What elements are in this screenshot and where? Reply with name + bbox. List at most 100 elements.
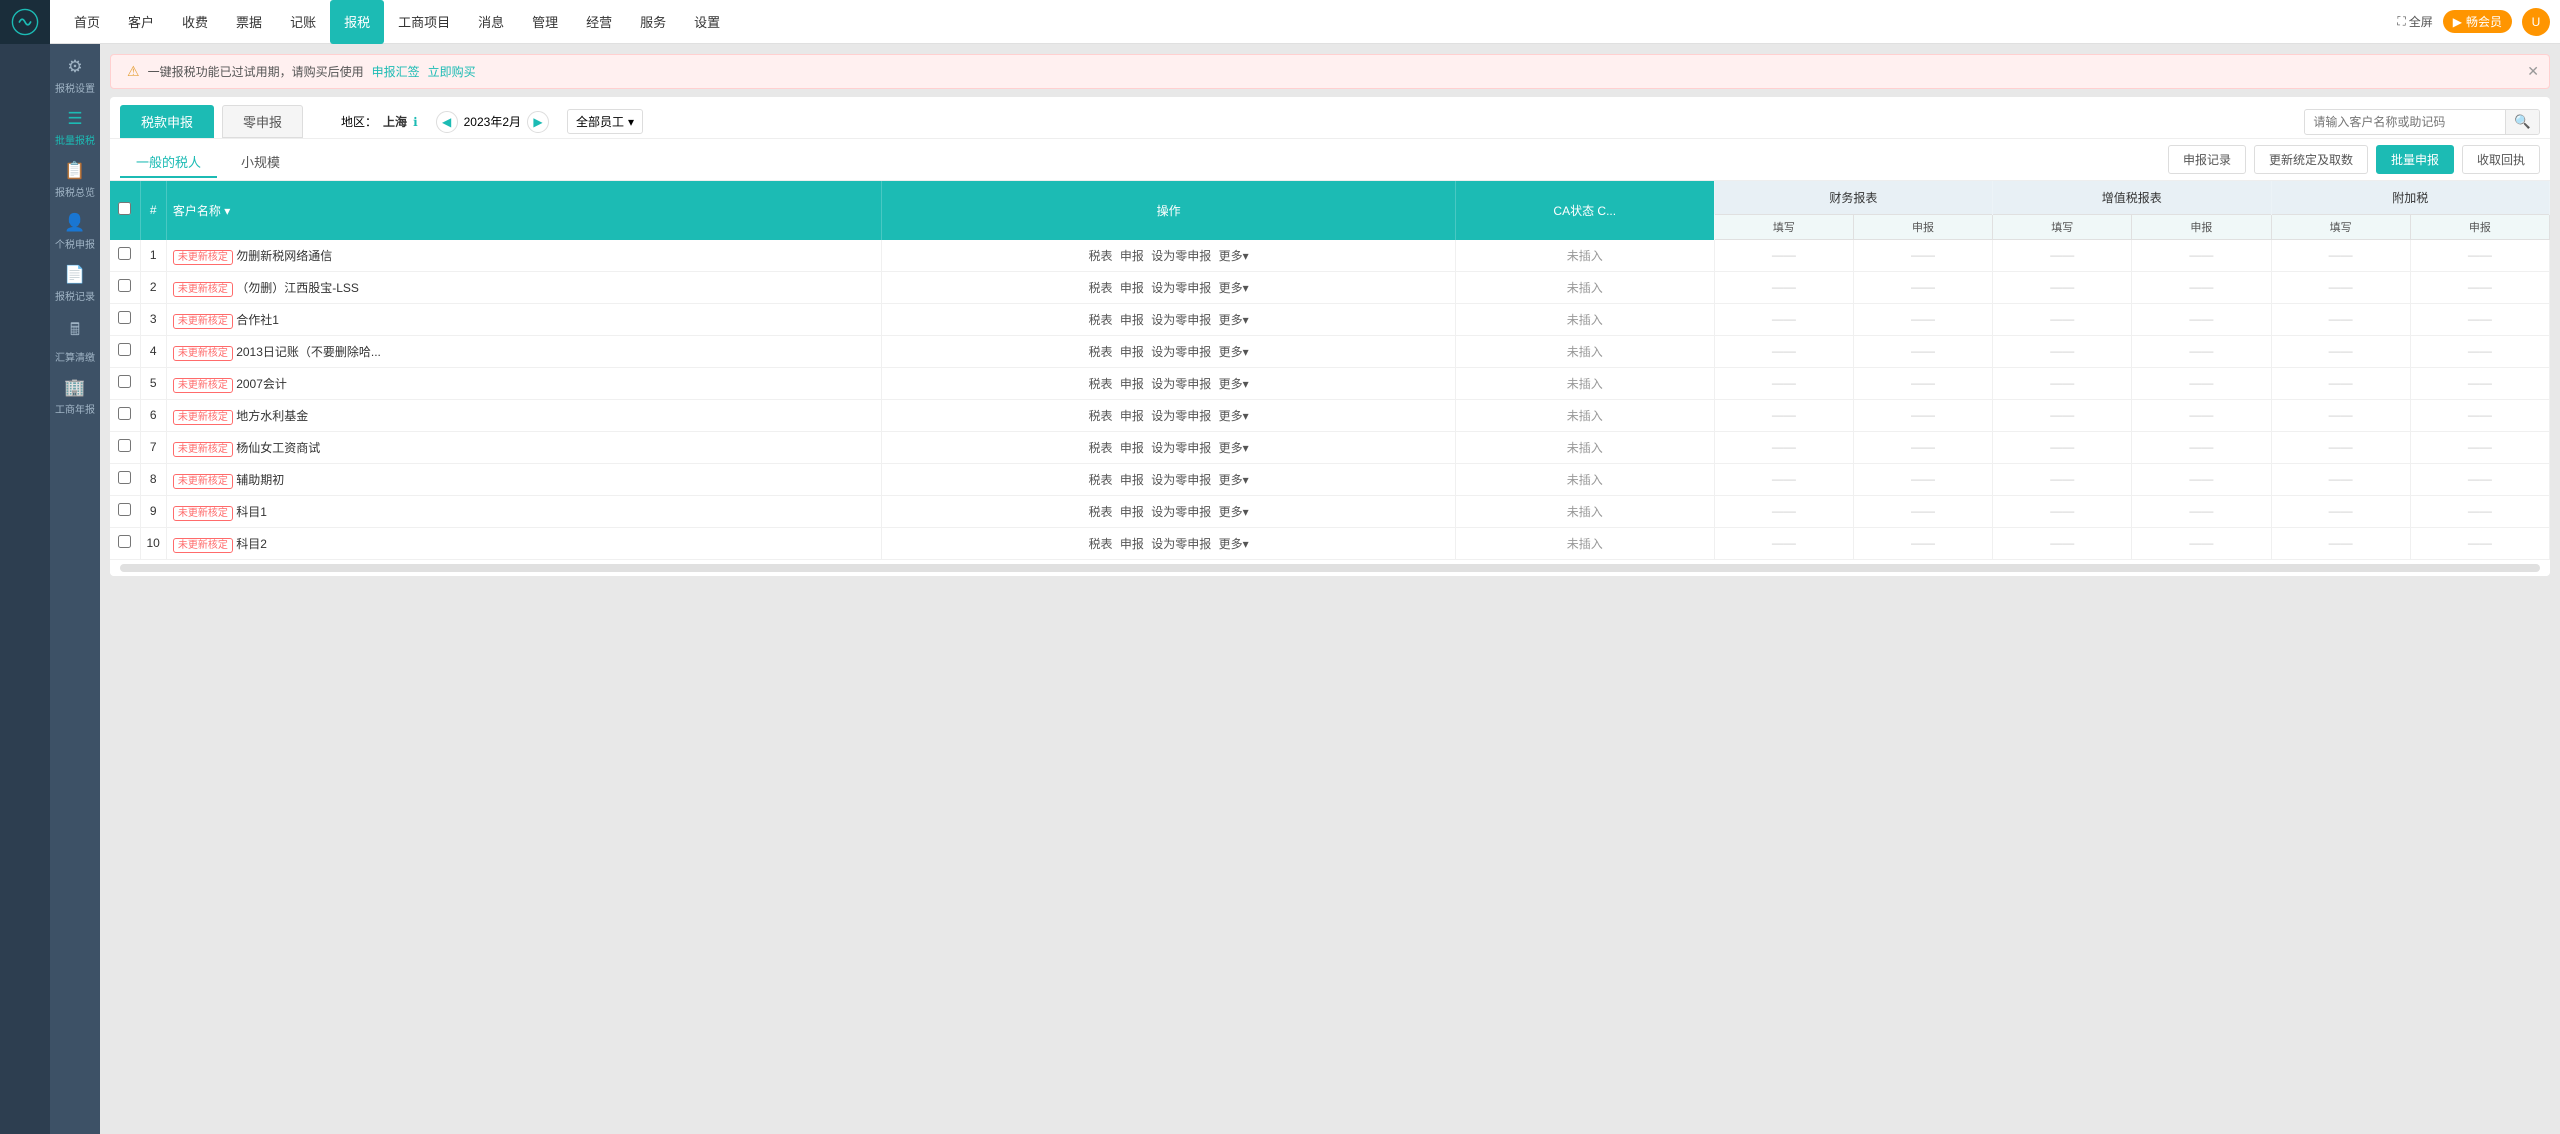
row-checkbox-7[interactable] xyxy=(118,439,131,452)
nav-item-service[interactable]: 服务 xyxy=(626,0,680,44)
more-link-8[interactable]: 更多▾ xyxy=(1219,473,1249,487)
nav-item-message[interactable]: 消息 xyxy=(464,0,518,44)
set-zero-link-4[interactable]: 设为零申报 xyxy=(1151,345,1211,359)
tax-form-link-1[interactable]: 税表 xyxy=(1089,249,1113,263)
member-button[interactable]: ▶ 畅会员 xyxy=(2443,10,2512,33)
row-checkbox-1[interactable] xyxy=(118,247,131,260)
row-checkbox-2[interactable] xyxy=(118,279,131,292)
report-link-10[interactable]: 申报 xyxy=(1120,537,1144,551)
more-link-3[interactable]: 更多▾ xyxy=(1219,313,1249,327)
row-checkbox-3[interactable] xyxy=(118,311,131,324)
set-zero-link-5[interactable]: 设为零申报 xyxy=(1151,377,1211,391)
row-checkbox-4[interactable] xyxy=(118,343,131,356)
set-zero-link-9[interactable]: 设为零申报 xyxy=(1151,505,1211,519)
retrieve-button[interactable]: 收取回执 xyxy=(2462,145,2540,174)
more-link-2[interactable]: 更多▾ xyxy=(1219,281,1249,295)
report-link-7[interactable]: 申报 xyxy=(1120,441,1144,455)
more-link-4[interactable]: 更多▾ xyxy=(1219,345,1249,359)
more-link-1[interactable]: 更多▾ xyxy=(1219,249,1249,263)
prev-month-button[interactable]: ◀ xyxy=(436,111,458,133)
more-link-6[interactable]: 更多▾ xyxy=(1219,409,1249,423)
nav-item-operation[interactable]: 经营 xyxy=(572,0,626,44)
more-link-10[interactable]: 更多▾ xyxy=(1219,537,1249,551)
tax-form-link-10[interactable]: 税表 xyxy=(1089,537,1113,551)
set-zero-link-6[interactable]: 设为零申报 xyxy=(1151,409,1211,423)
th-number: # xyxy=(140,181,166,240)
set-zero-link-8[interactable]: 设为零申报 xyxy=(1151,473,1211,487)
set-zero-link-1[interactable]: 设为零申报 xyxy=(1151,249,1211,263)
search-input[interactable] xyxy=(2305,111,2505,133)
tab-zero-declare[interactable]: 零申报 xyxy=(222,105,303,138)
info-icon[interactable]: ℹ xyxy=(413,115,418,129)
report-link-4[interactable]: 申报 xyxy=(1120,345,1144,359)
horizontal-scrollbar[interactable] xyxy=(120,564,2540,572)
nav-item-home[interactable]: 首页 xyxy=(60,0,114,44)
table-row: 2 未更新核定 （勿删）江西股宝-LSS 税表 申报 设为零申报 更多▾ xyxy=(110,271,2550,303)
set-zero-link-3[interactable]: 设为零申报 xyxy=(1151,313,1211,327)
sort-icon[interactable]: ▾ xyxy=(224,204,230,218)
table-row: 1 未更新核定 勿删新税网络通信 税表 申报 设为零申报 更多▾ xyxy=(110,240,2550,272)
row-checkbox-9[interactable] xyxy=(118,503,131,516)
sidebar-item-batch-tax[interactable]: ☰ 批量报税 xyxy=(50,101,100,153)
nav-item-tax[interactable]: 报税 xyxy=(330,0,384,44)
set-zero-link-2[interactable]: 设为零申报 xyxy=(1151,281,1211,295)
row-checkbox-5[interactable] xyxy=(118,375,131,388)
nav-item-settings[interactable]: 设置 xyxy=(680,0,734,44)
report-link-1[interactable]: 申报 xyxy=(1120,249,1144,263)
not-verified-tag-10: 未更新核定 xyxy=(173,538,233,553)
select-all-checkbox[interactable] xyxy=(118,202,131,215)
tax-form-link-7[interactable]: 税表 xyxy=(1089,441,1113,455)
more-link-9[interactable]: 更多▾ xyxy=(1219,505,1249,519)
tax-form-link-9[interactable]: 税表 xyxy=(1089,505,1113,519)
tax-form-link-6[interactable]: 税表 xyxy=(1089,409,1113,423)
report-link-3[interactable]: 申报 xyxy=(1120,313,1144,327)
more-link-5[interactable]: 更多▾ xyxy=(1219,377,1249,391)
sidebar-item-tax-overview[interactable]: 📋 报税总览 xyxy=(50,153,100,205)
dept-label: 全部员工 xyxy=(576,113,624,130)
report-link-5[interactable]: 申报 xyxy=(1120,377,1144,391)
tax-form-link-3[interactable]: 税表 xyxy=(1089,313,1113,327)
row-checkbox-8[interactable] xyxy=(118,471,131,484)
nav-item-business[interactable]: 工商项目 xyxy=(384,0,464,44)
tax-form-link-2[interactable]: 税表 xyxy=(1089,281,1113,295)
sidebar-item-annual-report[interactable]: 🏢 工商年报 xyxy=(50,370,100,422)
report-link-6[interactable]: 申报 xyxy=(1120,409,1144,423)
record-button[interactable]: 申报记录 xyxy=(2168,145,2246,174)
nav-item-bookkeeping[interactable]: 记账 xyxy=(276,0,330,44)
not-verified-tag-1: 未更新核定 xyxy=(173,250,233,265)
row-name-3: 未更新核定 合作社1 xyxy=(166,303,882,335)
set-zero-link-10[interactable]: 设为零申报 xyxy=(1151,537,1211,551)
report-link-8[interactable]: 申报 xyxy=(1120,473,1144,487)
tab-small-scale[interactable]: 小规模 xyxy=(225,147,296,178)
nav-item-invoice[interactable]: 票据 xyxy=(222,0,276,44)
tax-form-link-5[interactable]: 税表 xyxy=(1089,377,1113,391)
fullscreen-button[interactable]: ⛶ 全屏 xyxy=(2397,13,2432,30)
sidebar-item-personal-tax[interactable]: 👤 个税申报 xyxy=(50,205,100,257)
search-button[interactable]: 🔍 xyxy=(2505,110,2539,134)
row-actions-3: 税表 申报 设为零申报 更多▾ xyxy=(882,303,1455,335)
report-link-2[interactable]: 申报 xyxy=(1120,281,1144,295)
sidebar-item-tax-record[interactable]: 📄 报税记录 xyxy=(50,257,100,309)
nav-item-billing[interactable]: 收费 xyxy=(168,0,222,44)
row-checkbox-10[interactable] xyxy=(118,535,131,548)
tab-tax-declare[interactable]: 税款申报 xyxy=(120,105,214,138)
nav-item-client[interactable]: 客户 xyxy=(114,0,168,44)
tab-general-taxpayer[interactable]: 一般的税人 xyxy=(120,147,217,178)
more-link-7[interactable]: 更多▾ xyxy=(1219,441,1249,455)
banner-close-button[interactable]: ✕ xyxy=(2527,63,2539,80)
banner-link-report[interactable]: 申报汇签 xyxy=(372,63,420,80)
row-checkbox-6[interactable] xyxy=(118,407,131,420)
nav-item-manage[interactable]: 管理 xyxy=(518,0,572,44)
report-link-9[interactable]: 申报 xyxy=(1120,505,1144,519)
batch-report-button[interactable]: 批量申报 xyxy=(2376,145,2454,174)
next-month-button[interactable]: ▶ xyxy=(527,111,549,133)
dept-select[interactable]: 全部员工 ▾ xyxy=(567,109,643,134)
update-button[interactable]: 更新统定及取数 xyxy=(2254,145,2368,174)
user-avatar[interactable]: U xyxy=(2522,8,2550,36)
set-zero-link-7[interactable]: 设为零申报 xyxy=(1151,441,1211,455)
tax-form-link-8[interactable]: 税表 xyxy=(1089,473,1113,487)
sidebar-item-annual-settle[interactable]: 🖩 汇算清缴 xyxy=(50,309,100,370)
sidebar-item-tax-settings[interactable]: ⚙ 报税设置 xyxy=(50,49,100,101)
tax-form-link-4[interactable]: 税表 xyxy=(1089,345,1113,359)
banner-link-buy[interactable]: 立即购买 xyxy=(428,63,476,80)
